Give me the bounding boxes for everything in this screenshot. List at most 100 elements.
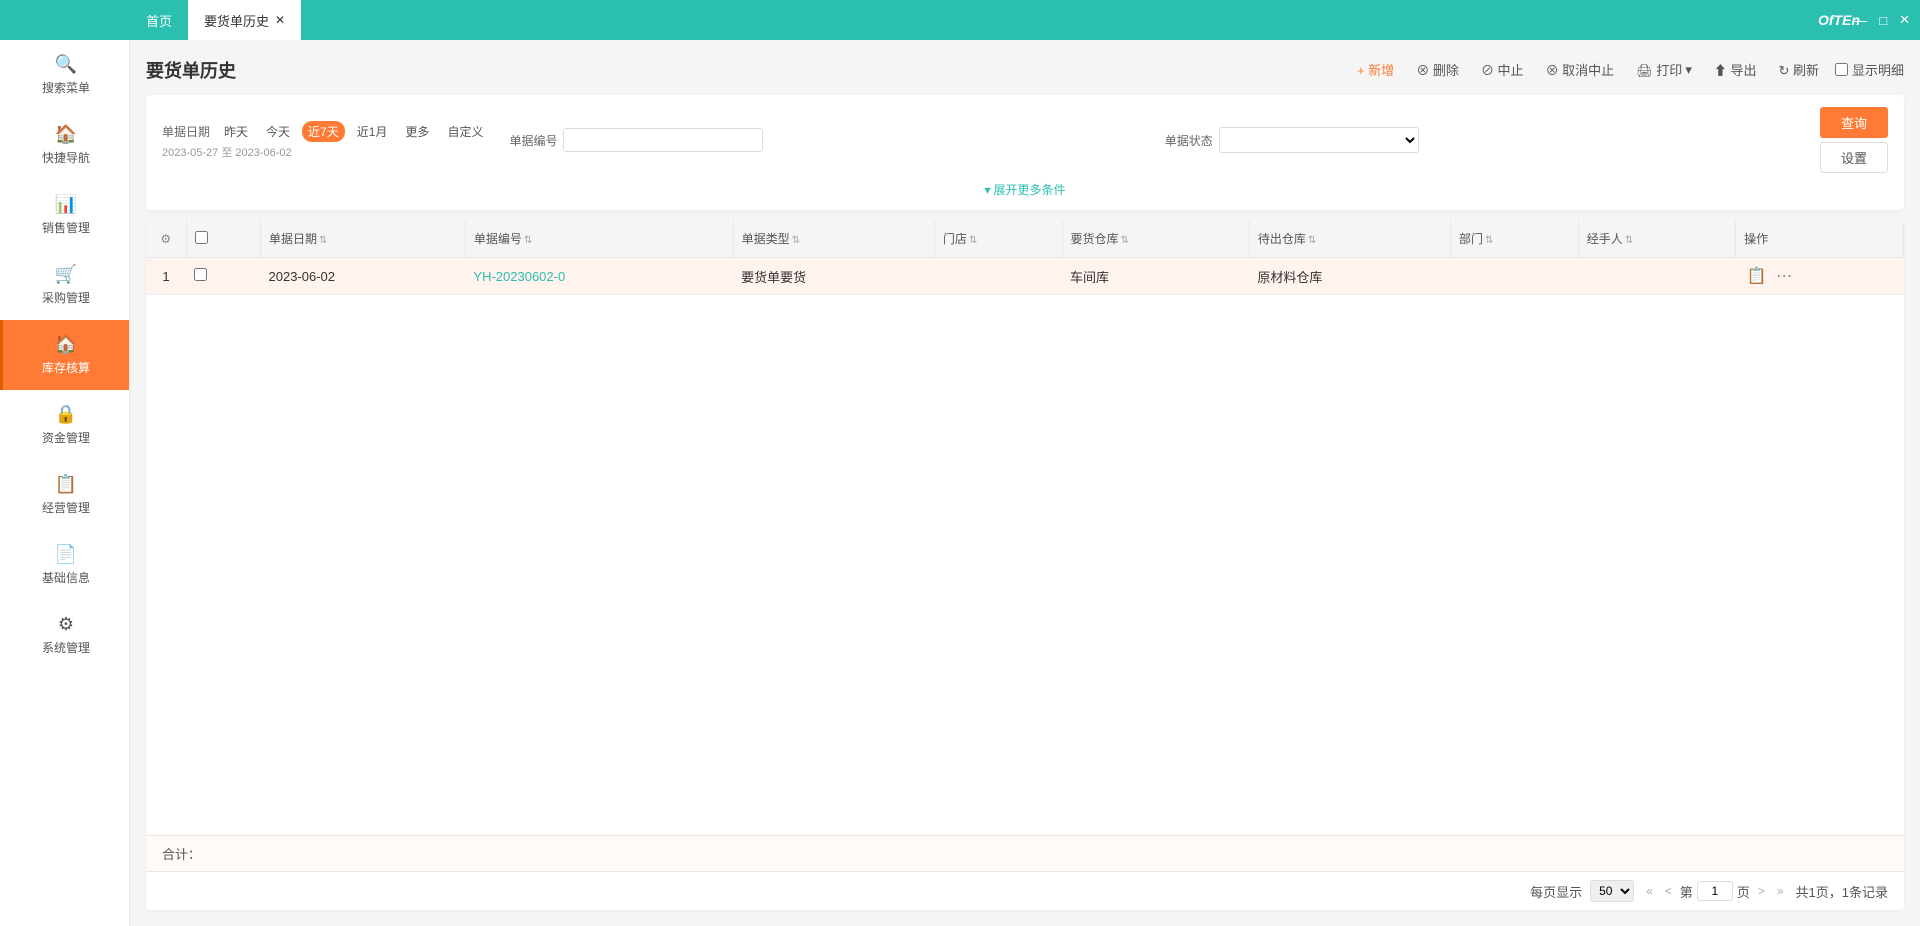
toolbar: + 新增 ⊗ 删除 ⊘ 中止 ⊗ 取消中止 🖨 打印 ▾ ⬆ 导出 <box>1351 56 1904 83</box>
sidebar-item-operations-mgmt[interactable]: 📋 经营管理 <box>0 460 129 530</box>
query-button[interactable]: 查询 <box>1820 107 1888 138</box>
col-settings[interactable]: ⚙ <box>146 220 186 258</box>
shortcut-custom[interactable]: 自定义 <box>441 121 489 142</box>
col-doc-type[interactable]: 单据类型⇅ <box>733 220 934 258</box>
col-doc-no[interactable]: 单据编号⇅ <box>465 220 733 258</box>
table-container: ⚙ 单据日期⇅ 单据编号⇅ 单据类型⇅ 门店⇅ 要货仓库⇅ 待出仓库⇅ 部门⇅ … <box>146 220 1904 910</box>
row-num: 1 <box>146 258 186 295</box>
view-icon[interactable]: 📋 <box>1747 268 1767 285</box>
filter-row: 单据日期 昨天 今天 近7天 近1月 更多 自定义 2023-05-27 至 2… <box>162 107 1888 173</box>
next-page-btn[interactable]: > <box>1754 882 1769 900</box>
document-icon: 📄 <box>55 544 77 565</box>
delete-button[interactable]: ⊗ 删除 <box>1410 56 1465 83</box>
goto-label: 第 <box>1680 882 1693 901</box>
row-req-warehouse: 车间库 <box>1062 258 1249 295</box>
summary-label: 合计： <box>162 844 201 863</box>
doc-no-input[interactable] <box>563 128 763 152</box>
prev-page-btn[interactable]: < <box>1661 882 1676 900</box>
show-detail-checkbox[interactable] <box>1835 63 1848 76</box>
doc-no-label: 单据编号 <box>509 132 557 149</box>
chevron-down-icon: ▾ <box>984 183 990 197</box>
filter-settings-button[interactable]: 设置 <box>1820 142 1888 173</box>
print-button[interactable]: 🖨 打印 ▾ <box>1630 56 1698 83</box>
col-doc-date[interactable]: 单据日期⇅ <box>261 220 466 258</box>
table-header-row: ⚙ 单据日期⇅ 单据编号⇅ 单据类型⇅ 门店⇅ 要货仓库⇅ 待出仓库⇅ 部门⇅ … <box>146 220 1904 258</box>
sidebar-item-inventory[interactable]: 🏠 库存核算 <box>0 320 129 390</box>
shortcut-more[interactable]: 更多 <box>399 121 435 142</box>
last-page-btn[interactable]: » <box>1773 882 1788 900</box>
top-bar: 首页 要货单历史 ✕ OfTEn — □ ✕ <box>0 0 1920 40</box>
minimize-icon[interactable]: — <box>1854 13 1867 28</box>
page-input[interactable] <box>1697 881 1733 901</box>
date-filter-row: 单据日期 昨天 今天 近7天 近1月 更多 自定义 <box>162 121 489 142</box>
close-window-icon[interactable]: ✕ <box>1899 12 1910 28</box>
sidebar-label-operations-mgmt: 经营管理 <box>42 499 90 516</box>
sidebar-label-quick-nav: 快捷导航 <box>42 149 90 166</box>
row-department <box>1451 258 1579 295</box>
status-filter-group: 单据状态 <box>1165 127 1800 153</box>
shortcut-1month[interactable]: 近1月 <box>351 121 394 142</box>
row-doc-no: YH-20230602-0 <box>465 258 733 295</box>
pagination-bar: 每页显示 50 « < 第 页 > » 共1页，1条记录 <box>146 871 1904 910</box>
summary-bar: 合计： <box>146 835 1904 871</box>
sort-icon: ⇅ <box>1625 235 1633 246</box>
row-doc-type: 要货单要货 <box>733 258 934 295</box>
export-button[interactable]: ⬆ 导出 <box>1708 56 1763 83</box>
col-checkbox <box>186 220 261 258</box>
more-icon[interactable]: ⋯ <box>1776 268 1792 285</box>
refresh-button[interactable]: ↻ 刷新 <box>1772 56 1825 83</box>
table-header: ⚙ 单据日期⇅ 单据编号⇅ 单据类型⇅ 门店⇅ 要货仓库⇅ 待出仓库⇅ 部门⇅ … <box>146 220 1904 258</box>
stop-button[interactable]: ⊘ 中止 <box>1475 56 1530 83</box>
close-tab-icon[interactable]: ✕ <box>275 13 285 27</box>
row-checkbox <box>186 258 261 295</box>
per-page-select[interactable]: 50 <box>1590 880 1634 902</box>
per-page-label: 每页显示 <box>1530 882 1582 901</box>
sidebar-item-sales-mgmt[interactable]: 📊 销售管理 <box>0 180 129 250</box>
sidebar-item-system-mgmt[interactable]: ⚙ 系统管理 <box>0 600 129 670</box>
select-all-checkbox[interactable] <box>195 231 208 244</box>
tab-home[interactable]: 首页 <box>130 0 188 40</box>
expand-more-btn[interactable]: ▾ 展开更多条件 <box>162 181 1888 198</box>
sidebar-label-base-info: 基础信息 <box>42 569 90 586</box>
total-label: 共1页，1条记录 <box>1796 882 1888 901</box>
row-select-checkbox[interactable] <box>194 268 207 281</box>
col-handler[interactable]: 经手人⇅ <box>1578 220 1735 258</box>
col-req-warehouse[interactable]: 要货仓库⇅ <box>1062 220 1249 258</box>
doc-no-link[interactable]: YH-20230602-0 <box>473 269 565 284</box>
chart-icon: 📊 <box>55 194 77 215</box>
sort-icon: ⇅ <box>1308 235 1316 246</box>
window-controls: — □ ✕ <box>1854 12 1910 28</box>
col-pending-warehouse[interactable]: 待出仓库⇅ <box>1249 220 1450 258</box>
row-doc-date: 2023-06-02 <box>261 258 466 295</box>
sidebar-item-quick-nav[interactable]: 🏠 快捷导航 <box>0 110 129 180</box>
gear-icon: ⚙ <box>58 614 74 635</box>
shortcut-7days[interactable]: 近7天 <box>302 121 345 142</box>
warehouse-icon: 🏠 <box>55 334 77 355</box>
table-row: 1 2023-06-02 YH-20230602-0 要货单要货 车间库 原材料… <box>146 258 1904 295</box>
doc-no-filter-group: 单据编号 <box>509 128 1144 152</box>
data-table: ⚙ 单据日期⇅ 单据编号⇅ 单据类型⇅ 门店⇅ 要货仓库⇅ 待出仓库⇅ 部门⇅ … <box>146 220 1904 295</box>
shortcut-today[interactable]: 今天 <box>260 121 296 142</box>
maximize-icon[interactable]: □ <box>1879 13 1887 28</box>
col-department[interactable]: 部门⇅ <box>1451 220 1579 258</box>
lock-icon: 🔒 <box>55 404 77 425</box>
first-page-btn[interactable]: « <box>1642 882 1657 900</box>
sidebar-label-sales-mgmt: 销售管理 <box>42 219 90 236</box>
cancel-stop-button[interactable]: ⊗ 取消中止 <box>1540 56 1621 83</box>
page-nav: « < 第 页 > » <box>1642 881 1787 901</box>
clipboard-icon: 📋 <box>55 474 77 495</box>
table-scroll: ⚙ 单据日期⇅ 单据编号⇅ 单据类型⇅ 门店⇅ 要货仓库⇅ 待出仓库⇅ 部门⇅ … <box>146 220 1904 835</box>
tab-requisition-history[interactable]: 要货单历史 ✕ <box>188 0 301 40</box>
shortcut-yesterday[interactable]: 昨天 <box>218 121 254 142</box>
sidebar-item-search-menu[interactable]: 🔍 搜索菜单 <box>0 40 129 110</box>
date-filter-group: 单据日期 昨天 今天 近7天 近1月 更多 自定义 2023-05-27 至 2… <box>162 121 489 160</box>
col-store[interactable]: 门店⇅ <box>934 220 1062 258</box>
status-select[interactable] <box>1219 127 1419 153</box>
sidebar-item-finance-mgmt[interactable]: 🔒 资金管理 <box>0 390 129 460</box>
sidebar-item-purchase-mgmt[interactable]: 🛒 采购管理 <box>0 250 129 320</box>
chevron-down-icon: ▾ <box>1685 62 1692 78</box>
sidebar-label-purchase-mgmt: 采购管理 <box>42 289 90 306</box>
new-button[interactable]: + 新增 <box>1351 56 1400 83</box>
sidebar-item-base-info[interactable]: 📄 基础信息 <box>0 530 129 600</box>
row-pending-warehouse: 原材料仓库 <box>1249 258 1450 295</box>
